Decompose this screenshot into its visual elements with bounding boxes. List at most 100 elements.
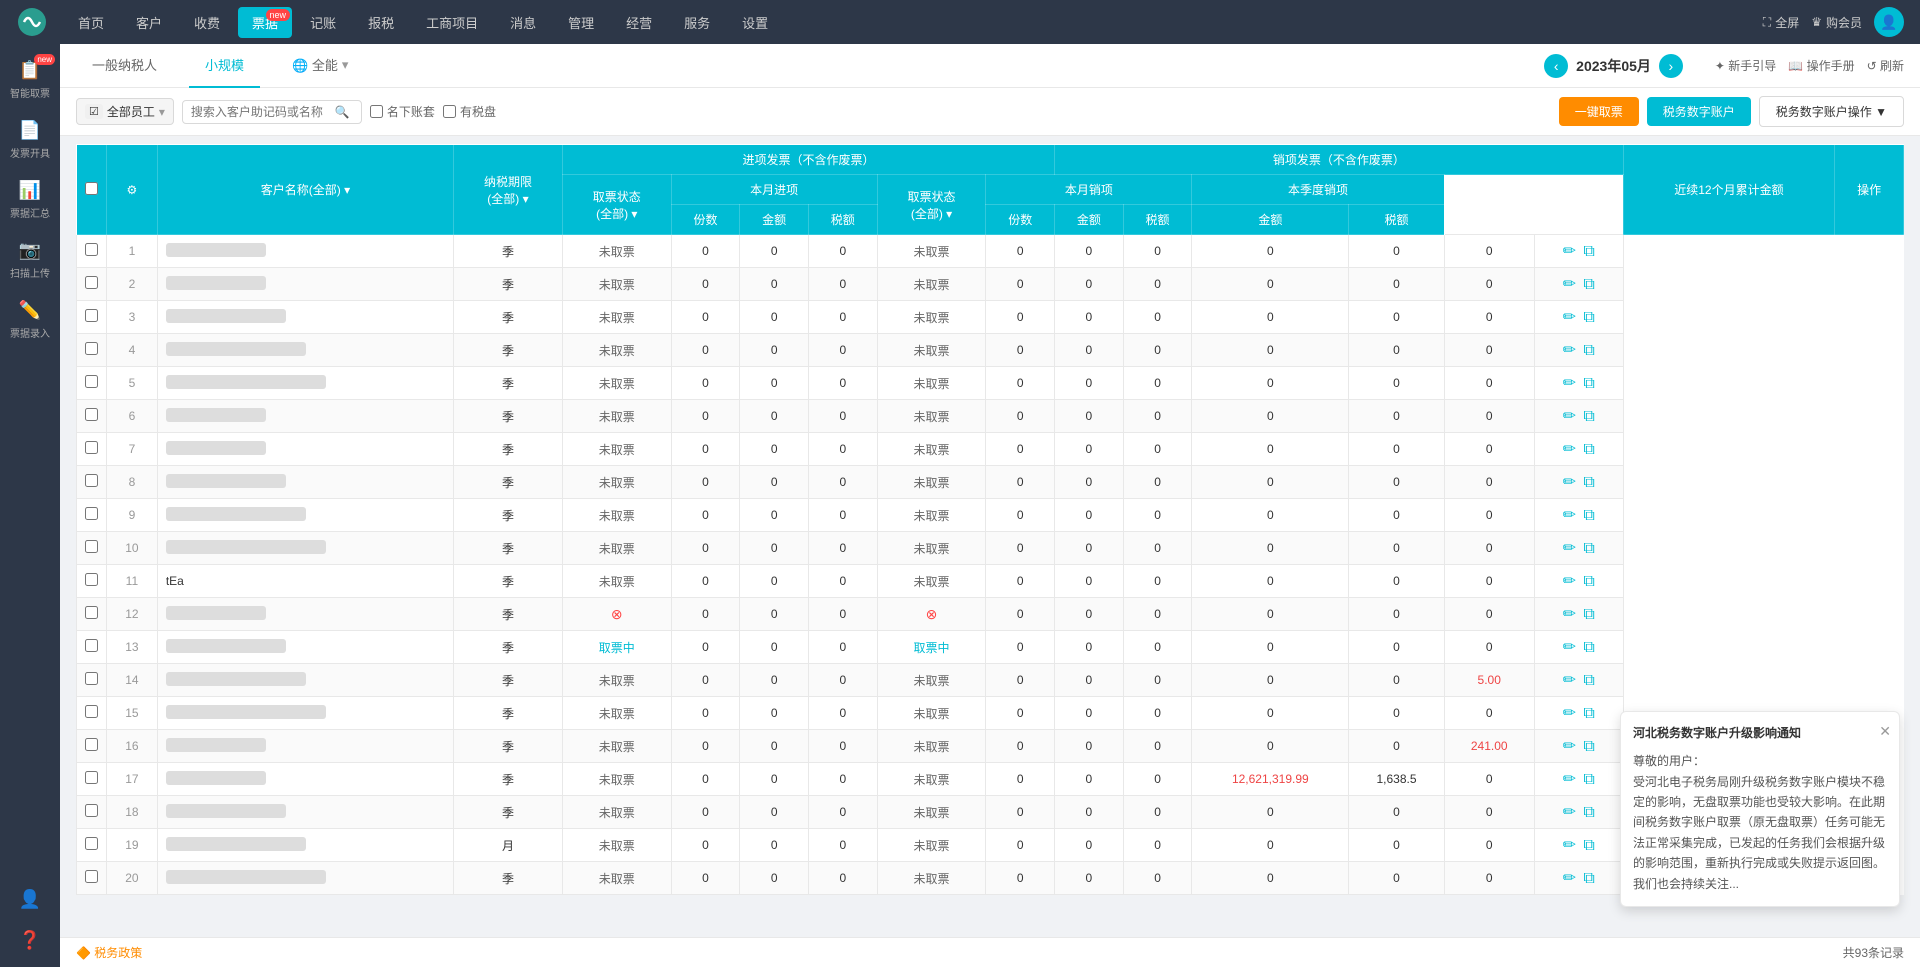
employee-select[interactable]: ☑ 全部员工 ▾ bbox=[76, 98, 174, 125]
sidebar-item-open-invoice[interactable]: 📄 发票开具 bbox=[3, 112, 57, 168]
nav-business[interactable]: 工商项目 bbox=[412, 7, 492, 38]
taxdisk-checkbox[interactable] bbox=[443, 105, 456, 118]
manual-btn[interactable]: 📖 操作手册 bbox=[1788, 57, 1854, 74]
nav-client[interactable]: 客户 bbox=[122, 7, 176, 38]
row-customer-name[interactable] bbox=[157, 697, 453, 730]
vip-btn[interactable]: ♛ 购会员 bbox=[1811, 14, 1862, 31]
row-checkbox[interactable] bbox=[85, 309, 98, 322]
taxdisk-checkbox-label[interactable]: 有税盘 bbox=[443, 103, 496, 120]
refresh-btn[interactable]: ↺ 刷新 bbox=[1867, 57, 1904, 74]
row-copy-btn[interactable]: ⧉ bbox=[1583, 705, 1594, 722]
row-customer-name[interactable] bbox=[157, 763, 453, 796]
user-avatar[interactable]: 👤 bbox=[1874, 7, 1904, 37]
row-copy-btn[interactable]: ⧉ bbox=[1583, 639, 1594, 656]
row-customer-name[interactable] bbox=[157, 631, 453, 664]
row-checkbox[interactable] bbox=[85, 771, 98, 784]
row-checkbox[interactable] bbox=[85, 573, 98, 586]
row-customer-name[interactable] bbox=[157, 301, 453, 334]
row-customer-name[interactable] bbox=[157, 664, 453, 697]
row-customer-name[interactable] bbox=[157, 598, 453, 631]
sidebar-item-entry[interactable]: ✏️ 票据录入 bbox=[3, 292, 57, 348]
row-customer-name[interactable] bbox=[157, 433, 453, 466]
nav-tax[interactable]: 报税 bbox=[354, 7, 408, 38]
row-copy-btn[interactable]: ⧉ bbox=[1583, 375, 1594, 392]
search-icon[interactable]: 🔍 bbox=[335, 105, 350, 119]
row-customer-name[interactable] bbox=[157, 829, 453, 862]
row-copy-btn[interactable]: ⧉ bbox=[1583, 540, 1594, 557]
row-copy-btn[interactable]: ⧉ bbox=[1583, 771, 1594, 788]
logo[interactable] bbox=[16, 6, 48, 38]
row-checkbox[interactable] bbox=[85, 705, 98, 718]
nav-operation[interactable]: 经营 bbox=[612, 7, 666, 38]
search-input[interactable] bbox=[191, 105, 331, 119]
row-edit-btn[interactable]: ✏ bbox=[1563, 540, 1576, 557]
period-prev-btn[interactable]: ‹ bbox=[1544, 54, 1568, 78]
row-customer-name[interactable] bbox=[157, 532, 453, 565]
row-checkbox[interactable] bbox=[85, 243, 98, 256]
row-edit-btn[interactable]: ✏ bbox=[1563, 738, 1576, 755]
tax-digital-account-btn[interactable]: 税务数字账户 bbox=[1647, 97, 1751, 126]
row-checkbox[interactable] bbox=[85, 606, 98, 619]
sidebar-item-summary[interactable]: 📊 票据汇总 bbox=[3, 172, 57, 228]
row-customer-name[interactable] bbox=[157, 730, 453, 763]
row-checkbox[interactable] bbox=[85, 507, 98, 520]
row-copy-btn[interactable]: ⧉ bbox=[1583, 606, 1594, 623]
row-copy-btn[interactable]: ⧉ bbox=[1583, 738, 1594, 755]
row-edit-btn[interactable]: ✏ bbox=[1563, 474, 1576, 491]
row-customer-name[interactable] bbox=[157, 268, 453, 301]
row-edit-btn[interactable]: ✏ bbox=[1563, 837, 1576, 854]
tab-general-taxpayer[interactable]: 一般纳税人 bbox=[76, 44, 173, 88]
row-copy-btn[interactable]: ⧉ bbox=[1583, 243, 1594, 260]
row-edit-btn[interactable]: ✏ bbox=[1563, 705, 1576, 722]
new-guide-btn[interactable]: ✦ 新手引导 bbox=[1715, 57, 1776, 74]
tab-all[interactable]: 🌐 全能 ▾ bbox=[276, 44, 364, 88]
row-copy-btn[interactable]: ⧉ bbox=[1583, 837, 1594, 854]
nav-home[interactable]: 首页 bbox=[64, 7, 118, 38]
row-checkbox[interactable] bbox=[85, 276, 98, 289]
row-copy-btn[interactable]: ⧉ bbox=[1583, 408, 1594, 425]
th-customer-name[interactable]: 客户名称(全部) ▾ bbox=[157, 145, 453, 235]
nav-invoice[interactable]: 票据 new bbox=[238, 7, 292, 38]
row-checkbox[interactable] bbox=[85, 540, 98, 553]
nav-message[interactable]: 消息 bbox=[496, 7, 550, 38]
row-checkbox[interactable] bbox=[85, 870, 98, 883]
sidebar-item-smart-ticket[interactable]: 📋 智能取票 new bbox=[3, 52, 57, 108]
row-edit-btn[interactable]: ✏ bbox=[1563, 507, 1576, 524]
one-click-ticket-btn[interactable]: 一键取票 bbox=[1559, 97, 1639, 126]
row-edit-btn[interactable]: ✏ bbox=[1563, 276, 1576, 293]
row-copy-btn[interactable]: ⧉ bbox=[1583, 441, 1594, 458]
row-copy-btn[interactable]: ⧉ bbox=[1583, 804, 1594, 821]
row-edit-btn[interactable]: ✏ bbox=[1563, 771, 1576, 788]
row-checkbox[interactable] bbox=[85, 474, 98, 487]
row-checkbox[interactable] bbox=[85, 342, 98, 355]
select-all-checkbox[interactable] bbox=[85, 182, 98, 195]
row-customer-name[interactable] bbox=[157, 862, 453, 895]
nav-settings[interactable]: 设置 bbox=[728, 7, 782, 38]
row-edit-btn[interactable]: ✏ bbox=[1563, 804, 1576, 821]
row-checkbox[interactable] bbox=[85, 804, 98, 817]
popup-close-btn[interactable]: ✕ bbox=[1879, 720, 1891, 742]
row-customer-name[interactable] bbox=[157, 499, 453, 532]
row-edit-btn[interactable]: ✏ bbox=[1563, 408, 1576, 425]
mybooks-checkbox-label[interactable]: 名下账套 bbox=[370, 103, 435, 120]
row-copy-btn[interactable]: ⧉ bbox=[1583, 474, 1594, 491]
row-checkbox[interactable] bbox=[85, 672, 98, 685]
row-copy-btn[interactable]: ⧉ bbox=[1583, 276, 1594, 293]
row-copy-btn[interactable]: ⧉ bbox=[1583, 507, 1594, 524]
row-copy-btn[interactable]: ⧉ bbox=[1583, 870, 1594, 887]
row-edit-btn[interactable]: ✏ bbox=[1563, 243, 1576, 260]
th-in-ticket-status[interactable]: 取票状态(全部) ▾ bbox=[562, 175, 671, 235]
row-edit-btn[interactable]: ✏ bbox=[1563, 639, 1576, 656]
row-customer-name[interactable] bbox=[157, 466, 453, 499]
row-edit-btn[interactable]: ✏ bbox=[1563, 870, 1576, 887]
row-checkbox[interactable] bbox=[85, 375, 98, 388]
nav-manage[interactable]: 管理 bbox=[554, 7, 608, 38]
nav-accounting[interactable]: 记账 bbox=[296, 7, 350, 38]
row-checkbox[interactable] bbox=[85, 441, 98, 454]
row-copy-btn[interactable]: ⧉ bbox=[1583, 573, 1594, 590]
tab-small-scale[interactable]: 小规模 bbox=[189, 44, 260, 88]
row-customer-name[interactable] bbox=[157, 367, 453, 400]
row-customer-name[interactable] bbox=[157, 796, 453, 829]
tax-policy-link[interactable]: 🔶 税务政策 bbox=[76, 944, 142, 961]
row-edit-btn[interactable]: ✏ bbox=[1563, 441, 1576, 458]
